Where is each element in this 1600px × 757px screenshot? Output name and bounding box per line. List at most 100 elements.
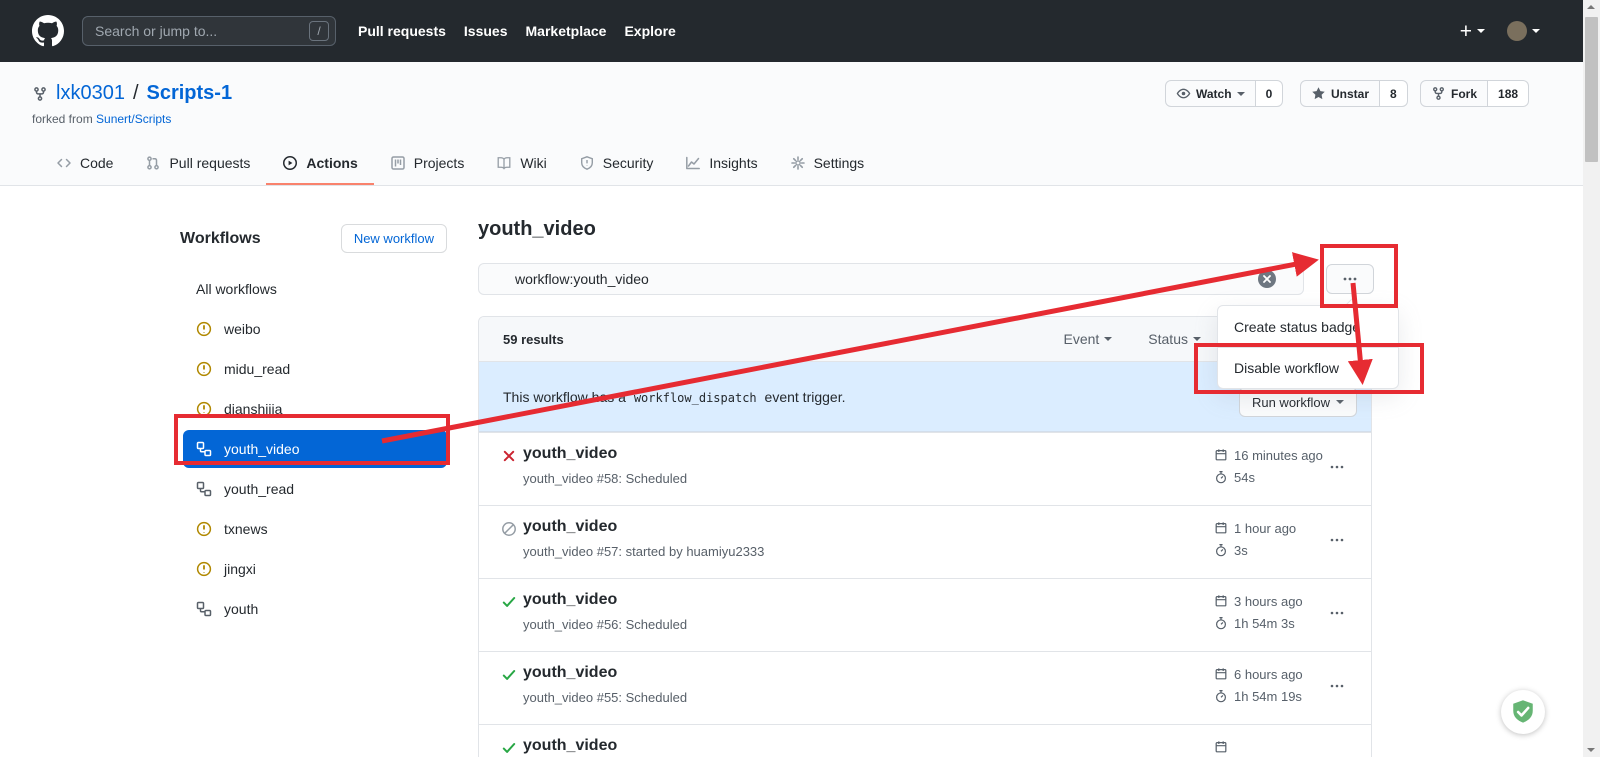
warning-icon [196,561,212,577]
star-group: Unstar 8 [1300,80,1408,107]
chevron-down-icon [1336,400,1344,408]
fork-count[interactable]: 188 [1488,80,1529,107]
fork-icon [1431,86,1446,101]
sidebar-item-label: All workflows [196,281,277,297]
runs-filter-input[interactable] [478,263,1304,295]
run-options-kebab[interactable] [1329,459,1345,475]
tab-pull-requests[interactable]: Pull requests [129,143,266,185]
scroll-down-arrow-icon[interactable] [1587,748,1595,752]
fork-button[interactable]: Fork [1420,80,1488,107]
run-title-link[interactable]: youth_video [523,445,617,463]
chevron-down-icon [1193,337,1201,345]
sidebar-item-label: jingxi [224,561,256,577]
github-logo-icon[interactable] [32,15,64,47]
repo-name-link[interactable]: Scripts-1 [147,82,233,105]
event-filter-label: Event [1063,331,1099,347]
nav-link-explore[interactable]: Explore [624,23,675,39]
clear-filter-button[interactable] [1258,270,1276,288]
repo-separator: / [133,82,139,105]
tab-insights-label: Insights [709,155,757,171]
avatar [1507,21,1527,41]
scroll-up-arrow-icon[interactable] [1587,5,1595,9]
create-new-menu-button[interactable]: + [1460,21,1485,42]
tab-insights[interactable]: Insights [669,143,773,185]
run-meta: 1 hour ago 3s [1214,517,1296,561]
sidebar-item-txnews[interactable]: txnews [176,509,447,549]
user-menu-button[interactable] [1507,21,1540,41]
menu-item-create-status-badge[interactable]: Create status badge [1218,306,1398,347]
new-workflow-button[interactable]: New workflow [341,224,447,253]
scrollbar-thumb[interactable] [1585,17,1598,162]
run-options-kebab[interactable] [1329,605,1345,621]
tab-code[interactable]: Code [40,143,129,185]
unstar-button[interactable]: Unstar [1300,80,1380,107]
repo-tab-bar: Code Pull requests Actions Projects Wiki… [40,143,880,185]
warning-icon [196,361,212,377]
workflow-list: All workflows weibo midu_read dianshijia… [176,269,447,629]
run-title-link[interactable]: youth_video [523,591,617,609]
repo-forked-icon [32,86,48,102]
sidebar-item-jingxi[interactable]: jingxi [176,549,447,589]
tab-actions[interactable]: Actions [266,143,373,185]
chevron-down-icon [1532,29,1540,37]
fork-group: Fork 188 [1420,80,1529,107]
run-time: 1 hour ago [1234,521,1296,536]
sidebar-item-dianshijia[interactable]: dianshijia [176,389,447,429]
workflows-sidebar: Workflows New workflow All workflows wei… [176,224,447,629]
sidebar-item-midu_read[interactable]: midu_read [176,349,447,389]
workflow-options-kebab-button[interactable] [1326,264,1374,294]
run-options-kebab[interactable] [1329,678,1345,694]
sidebar-item-youth_video[interactable]: youth_video [183,430,447,468]
forked-from-line: forked from Sunert/Scripts [32,112,171,126]
tab-projects[interactable]: Projects [374,143,481,185]
vertical-scrollbar[interactable] [1583,0,1600,757]
nav-link-issues[interactable]: Issues [464,23,508,39]
watch-count[interactable]: 0 [1256,80,1284,107]
watch-button[interactable]: Watch [1165,80,1256,107]
nav-link-marketplace[interactable]: Marketplace [526,23,607,39]
global-search-input[interactable] [82,16,336,46]
run-workflow-label: Run workflow [1252,395,1330,410]
sidebar-item-all-workflows[interactable]: All workflows [176,269,447,309]
sidebar-title: Workflows [176,230,261,248]
workflow-runs-main: youth_video 59 results Event [478,218,1372,757]
run-workflow-button[interactable]: Run workflow [1239,387,1357,417]
run-description: youth_video #55: Scheduled [523,690,687,705]
sidebar-item-label: dianshijia [224,401,282,417]
run-meta: 6 hours ago 1h 54m 19s [1214,663,1303,707]
sidebar-item-youth[interactable]: youth [176,589,447,629]
run-title-link[interactable]: youth_video [523,664,617,682]
status-filter-dropdown[interactable]: Status [1148,331,1201,347]
banner-text-prefix: This workflow has a [503,389,626,405]
sidebar-item-label: youth [224,601,258,617]
sidebar-item-label: youth_video [224,441,300,457]
star-count[interactable]: 8 [1380,80,1408,107]
repo-title: lxk0301 / Scripts-1 [32,82,232,105]
eye-icon [1176,86,1191,101]
banner-code: workflow_dispatch [630,391,761,405]
run-options-kebab[interactable] [1329,532,1345,548]
nav-link-pull-requests[interactable]: Pull requests [358,23,446,39]
event-filter-dropdown[interactable]: Event [1063,331,1112,347]
run-title-link[interactable]: youth_video [523,737,617,755]
calendar-icon [1214,448,1228,462]
forked-from-link[interactable]: Sunert/Scripts [96,112,171,126]
adguard-extension-button[interactable] [1501,690,1545,734]
warning-icon [196,521,212,537]
sidebar-item-youth_read[interactable]: youth_read [176,469,447,509]
run-title-link[interactable]: youth_video [523,518,617,536]
workflow-icon [196,441,212,457]
tab-pull-requests-label: Pull requests [169,155,250,171]
repo-owner-link[interactable]: lxk0301 [56,82,125,105]
tab-projects-label: Projects [414,155,465,171]
play-circle-icon [282,155,298,171]
github-actions-page: / Pull requests Issues Marketplace Explo… [0,0,1600,757]
runs-search-row [478,263,1372,295]
tab-security[interactable]: Security [563,143,670,185]
tab-settings[interactable]: Settings [774,143,881,185]
tab-wiki[interactable]: Wiki [480,143,562,185]
menu-item-disable-workflow[interactable]: Disable workflow [1218,347,1398,388]
run-duration: 54s [1234,470,1255,485]
success-check-icon [501,667,517,683]
sidebar-item-weibo[interactable]: weibo [176,309,447,349]
